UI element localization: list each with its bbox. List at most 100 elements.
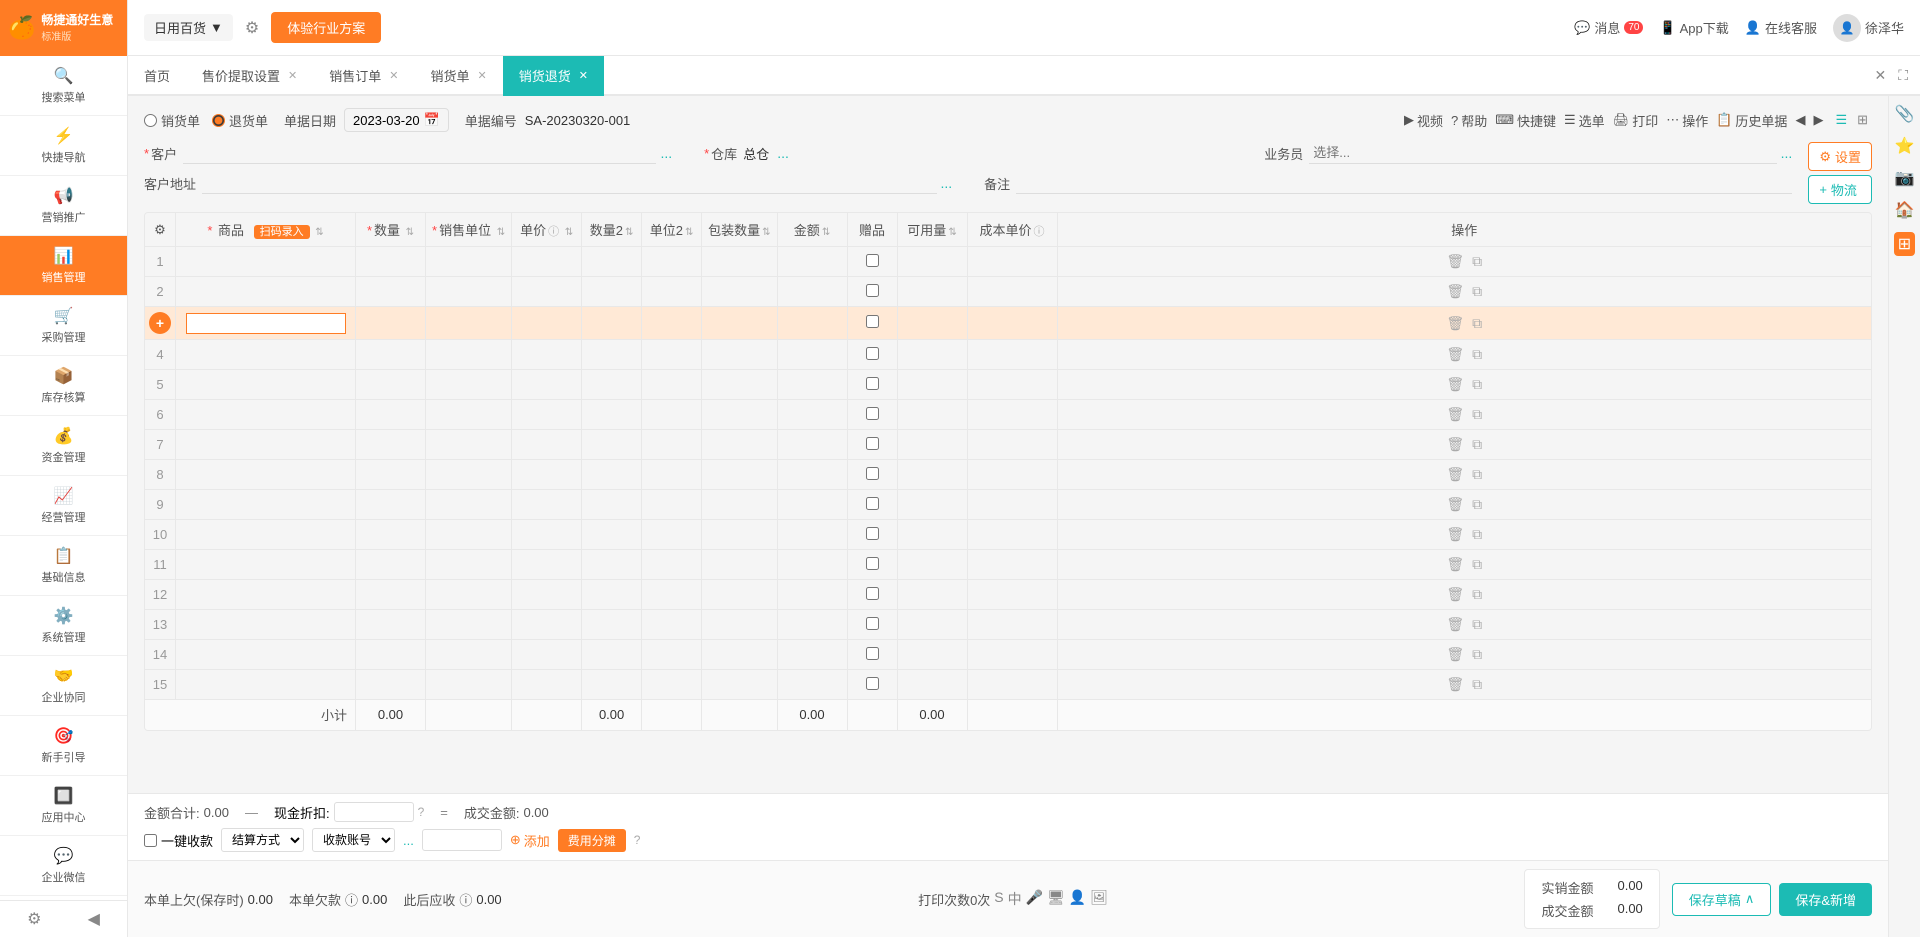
unit2-cell-8[interactable] xyxy=(642,460,702,490)
delete-icon-8[interactable]: 🗑 xyxy=(1446,466,1464,483)
address-input[interactable] xyxy=(202,172,936,194)
copy-icon-3[interactable]: ⧉ xyxy=(1472,315,1482,332)
pkg-cell-13[interactable] xyxy=(702,610,777,640)
print-action[interactable]: 🖨 打印 xyxy=(1613,111,1659,130)
price-cell-10[interactable] xyxy=(512,520,582,550)
gift-cell-9[interactable] xyxy=(847,490,897,520)
customer-dots[interactable]: ... xyxy=(660,145,672,161)
history-action[interactable]: 📋 历史单据 xyxy=(1716,111,1787,130)
delete-icon-3[interactable]: 🗑 xyxy=(1446,315,1464,332)
gift-checkbox-11[interactable] xyxy=(866,557,879,570)
qty-cell-4[interactable] xyxy=(356,340,426,370)
qty-sort[interactable]: ⇅ xyxy=(406,227,414,238)
cost-cell-10[interactable] xyxy=(967,520,1057,550)
cost-cell-14[interactable] xyxy=(967,640,1057,670)
qty2-cell-10[interactable] xyxy=(582,520,642,550)
product-cell-2[interactable] xyxy=(176,277,356,307)
delete-icon-14[interactable]: 🗑 xyxy=(1446,646,1464,663)
gift-cell-5[interactable] xyxy=(847,370,897,400)
qty-cell-11[interactable] xyxy=(356,550,426,580)
price-cell-12[interactable] xyxy=(512,580,582,610)
list-view-btn[interactable]: ☰ xyxy=(1831,110,1851,130)
app-download-item[interactable]: 📱 App下载 xyxy=(1659,18,1728,37)
qty2-cell-13[interactable] xyxy=(582,610,642,640)
tab-sales[interactable]: 销货单✕ xyxy=(414,56,502,96)
amount-sort[interactable]: ⇅ xyxy=(822,227,830,238)
unit-cell-7[interactable] xyxy=(426,430,512,460)
product-cell-15[interactable] xyxy=(176,670,356,700)
unit-cell-12[interactable] xyxy=(426,580,512,610)
unit-cell-4[interactable] xyxy=(426,340,512,370)
gift-cell-1[interactable] xyxy=(847,247,897,277)
gift-checkbox-3[interactable] xyxy=(866,315,879,328)
tab-home[interactable]: 首页 xyxy=(128,56,186,96)
shortcut-action[interactable]: ⌨ 快捷键 xyxy=(1495,111,1556,130)
right-float-clip[interactable]: 📎 xyxy=(1895,104,1915,124)
amount-cell-6[interactable] xyxy=(777,400,847,430)
qty-cell-6[interactable] xyxy=(356,400,426,430)
unit2-cell-3[interactable] xyxy=(642,307,702,340)
price-cell-3[interactable] xyxy=(512,307,582,340)
cost-cell-9[interactable] xyxy=(967,490,1057,520)
trial-button[interactable]: 体验行业方案 xyxy=(271,12,381,43)
tab-close-sales[interactable]: ✕ xyxy=(478,69,487,82)
available-cell-12[interactable] xyxy=(897,580,967,610)
tab-sales-return[interactable]: 销货退货✕ xyxy=(503,56,604,96)
gift-checkbox-8[interactable] xyxy=(866,467,879,480)
icon-mic[interactable]: 🎤 xyxy=(1026,889,1043,909)
qty2-cell-8[interactable] xyxy=(582,460,642,490)
help-action[interactable]: ? 帮助 xyxy=(1451,111,1487,130)
unit-cell-11[interactable] xyxy=(426,550,512,580)
available-cell-14[interactable] xyxy=(897,640,967,670)
unit2-sort[interactable]: ⇅ xyxy=(685,227,693,238)
gift-checkbox-12[interactable] xyxy=(866,587,879,600)
discount-help-icon[interactable]: ? xyxy=(418,805,425,819)
salesperson-input[interactable] xyxy=(1309,142,1776,164)
header-settings-icon[interactable]: ⚙ xyxy=(245,18,259,38)
available-cell-4[interactable] xyxy=(897,340,967,370)
daily-selector[interactable]: 日用百货 ▼ xyxy=(144,14,233,41)
cost-cell-13[interactable] xyxy=(967,610,1057,640)
sidebar-collapse-icon[interactable]: ◀ xyxy=(88,909,100,929)
pkg-cell-3[interactable] xyxy=(702,307,777,340)
qty2-cell-1[interactable] xyxy=(582,247,642,277)
delete-icon-5[interactable]: 🗑 xyxy=(1446,376,1464,393)
cost-cell-2[interactable] xyxy=(967,277,1057,307)
qty-cell-1[interactable] xyxy=(356,247,426,277)
unit-cell-15[interactable] xyxy=(426,670,512,700)
unit-cell-8[interactable] xyxy=(426,460,512,490)
unit2-cell-2[interactable] xyxy=(642,277,702,307)
scan-input-btn[interactable]: 扫码录入 xyxy=(254,225,310,239)
copy-icon-6[interactable]: ⧉ xyxy=(1472,406,1482,423)
sidebar-item-newbie[interactable]: 🎯 新手引导 xyxy=(0,716,127,776)
gift-checkbox-6[interactable] xyxy=(866,407,879,420)
cost-cell-12[interactable] xyxy=(967,580,1057,610)
unit-cell-2[interactable] xyxy=(426,277,512,307)
copy-icon-10[interactable]: ⧉ xyxy=(1472,526,1482,543)
sidebar-item-sales[interactable]: 📊 销售管理 xyxy=(0,236,127,296)
copy-icon-14[interactable]: ⧉ xyxy=(1472,646,1482,663)
unit-cell-3[interactable] xyxy=(426,307,512,340)
copy-icon-2[interactable]: ⧉ xyxy=(1472,283,1482,300)
gift-checkbox-2[interactable] xyxy=(866,284,879,297)
price-sort[interactable]: ⇅ xyxy=(565,227,573,238)
price-cell-4[interactable] xyxy=(512,340,582,370)
settings-action-btn[interactable]: ⚙ 设置 xyxy=(1808,142,1872,171)
product-cell-6[interactable] xyxy=(176,400,356,430)
tab-sales-order[interactable]: 销售订单✕ xyxy=(313,56,414,96)
qty2-cell-6[interactable] xyxy=(582,400,642,430)
qty2-cell-9[interactable] xyxy=(582,490,642,520)
amount-cell-8[interactable] xyxy=(777,460,847,490)
available-cell-6[interactable] xyxy=(897,400,967,430)
unit-cell-14[interactable] xyxy=(426,640,512,670)
copy-icon-15[interactable]: ⧉ xyxy=(1472,676,1482,693)
unit-cell-13[interactable] xyxy=(426,610,512,640)
add-btn[interactable]: ⊕ 添加 xyxy=(510,831,550,850)
sidebar-item-shortcut[interactable]: ⚡ 快捷导航 xyxy=(0,116,127,176)
warehouse-dots[interactable]: ... xyxy=(777,145,789,161)
next-record[interactable]: ▶ xyxy=(1813,112,1823,128)
unit-sort[interactable]: ⇅ xyxy=(497,227,505,238)
cost-cell-7[interactable] xyxy=(967,430,1057,460)
gift-cell-6[interactable] xyxy=(847,400,897,430)
amount-cell-4[interactable] xyxy=(777,340,847,370)
